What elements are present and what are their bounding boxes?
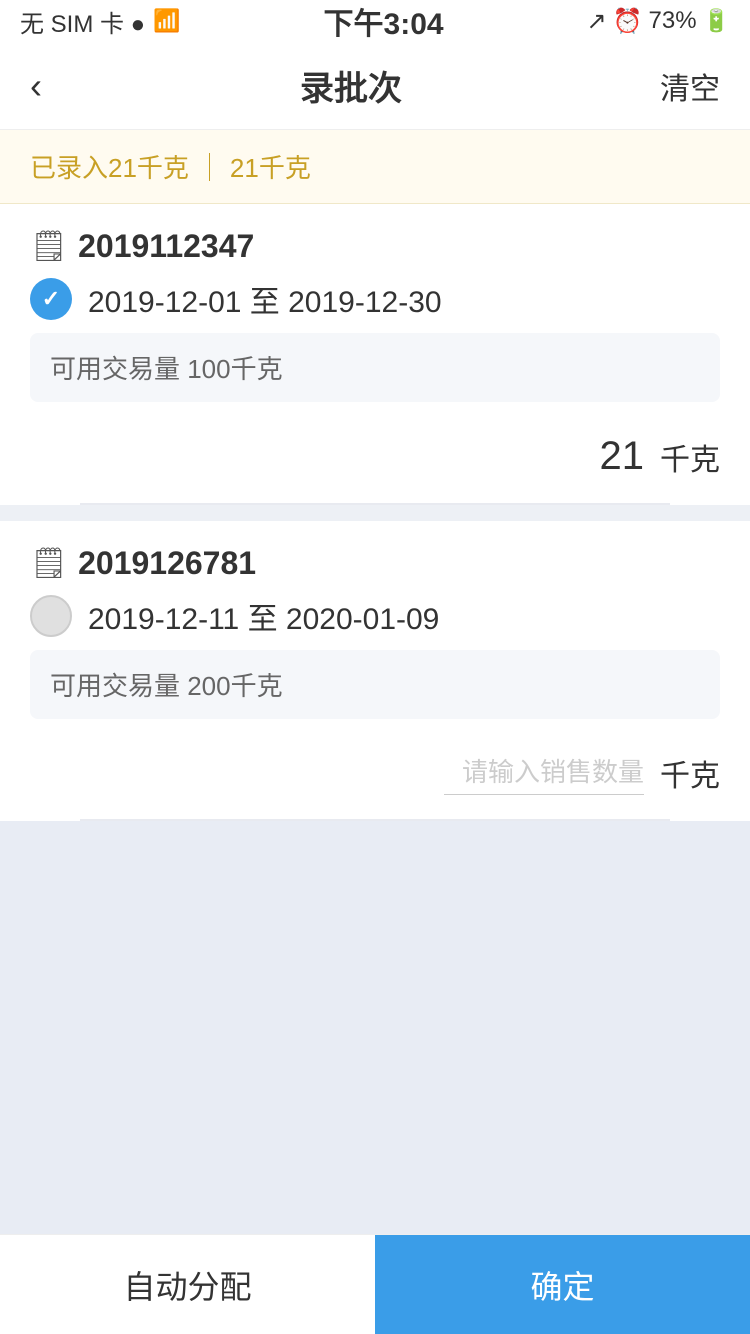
summary-divider xyxy=(209,153,210,181)
batch-1-quantity-row: 21 千克 xyxy=(0,418,750,503)
batch-item-1: 🗒 2019112347 ✓ 2019-12-01 至 2019-12-30 可… xyxy=(0,204,750,505)
batch-1-unit: 千克 xyxy=(660,435,720,479)
batch-2-available: 可用交易量 200千克 xyxy=(30,650,720,719)
batch-2-date: 2019-12-11 至 2020-01-09 xyxy=(88,594,439,638)
batch-1-header: 🗒 2019112347 xyxy=(0,204,750,273)
empty-area xyxy=(0,821,750,1241)
bottom-bar: 自动分配 确定 xyxy=(0,1234,750,1334)
auto-distribute-button[interactable]: 自动分配 xyxy=(0,1235,375,1334)
alarm-icon: ⏰ xyxy=(613,7,643,36)
page-title: 录批次 xyxy=(300,61,402,110)
batch-id-icon-1: 🗒 xyxy=(30,229,68,264)
status-bar: 无 SIM 卡 ● 📶 下午3:04 ↗ ⏰ 73% 🔋 xyxy=(0,0,750,42)
batch-2-date-row[interactable]: 2019-12-11 至 2020-01-09 xyxy=(0,590,750,650)
summary-recorded: 已录入21千克 xyxy=(30,148,189,185)
batch-id-icon-2: 🗒 xyxy=(30,546,68,581)
summary-banner: 已录入21千克 21千克 xyxy=(0,130,750,204)
batch-2-id: 2019126781 xyxy=(78,545,256,582)
section-gap-1 xyxy=(0,505,750,521)
batch-2-unit: 千克 xyxy=(660,751,720,795)
location-icon: ↗ xyxy=(587,7,607,36)
confirm-button[interactable]: 确定 xyxy=(375,1235,750,1334)
batch-1-quantity-value: 21 xyxy=(600,434,645,479)
sim-label: 无 SIM 卡 ● xyxy=(20,4,145,39)
status-time: 下午3:04 xyxy=(324,0,444,43)
back-button[interactable]: ‹ xyxy=(30,65,42,107)
batch-1-date: 2019-12-01 至 2019-12-30 xyxy=(88,277,442,321)
summary-total: 21千克 xyxy=(230,148,311,185)
batch-item-2: 🗒 2019126781 2019-12-11 至 2020-01-09 可用交… xyxy=(0,521,750,821)
status-right: ↗ ⏰ 73% 🔋 xyxy=(587,7,730,36)
clear-button[interactable]: 清空 xyxy=(660,64,720,108)
batch-1-available: 可用交易量 100千克 xyxy=(30,333,720,402)
batch-2-checkbox[interactable] xyxy=(30,595,72,637)
batch-2-header: 🗒 2019126781 xyxy=(0,521,750,590)
batch-2-quantity-input[interactable] xyxy=(444,751,644,795)
batch-1-date-row[interactable]: ✓ 2019-12-01 至 2019-12-30 xyxy=(0,273,750,333)
battery-icon: 🔋 xyxy=(703,8,730,34)
battery-level: 73% xyxy=(649,7,697,35)
nav-bar: ‹ 录批次 清空 xyxy=(0,42,750,130)
wifi-icon: 📶 xyxy=(153,8,180,34)
batch-1-id: 2019112347 xyxy=(78,228,254,265)
status-left: 无 SIM 卡 ● 📶 xyxy=(20,4,181,39)
batch-1-checkbox[interactable]: ✓ xyxy=(30,278,72,320)
checkmark-icon: ✓ xyxy=(42,286,60,312)
batch-2-quantity-row[interactable]: 千克 xyxy=(0,735,750,819)
